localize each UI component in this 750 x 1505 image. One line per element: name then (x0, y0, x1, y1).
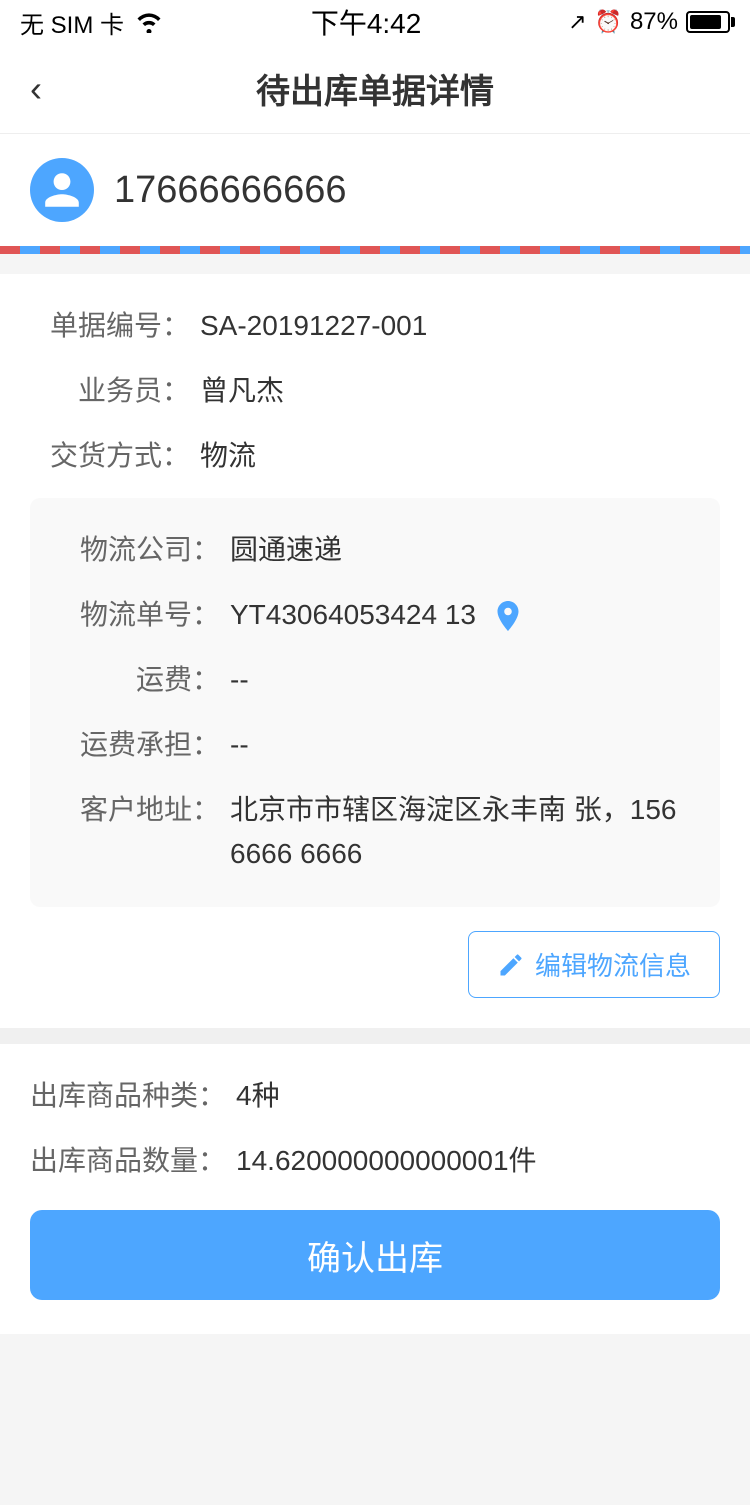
battery-percent: 87% (630, 8, 678, 36)
freight-bearer-label: 运费承担： (60, 723, 220, 768)
freight-bearer-row: 运费承担： -- (60, 723, 690, 768)
document-section: 单据编号： SA-20191227-001 业务员： 曾凡杰 交货方式： 物流 … (0, 274, 750, 1028)
confirm-outbound-button[interactable]: 确认出库 (30, 1210, 720, 1300)
delivery-method-row: 交货方式： 物流 (30, 434, 720, 479)
map-pin-icon[interactable] (490, 598, 526, 634)
carrier-label: 无 SIM 卡 (20, 5, 124, 40)
edit-btn-container: 编辑物流信息 (30, 931, 720, 998)
page-title: 待出库单据详情 (256, 64, 494, 113)
user-phone: 17666666666 (114, 169, 346, 212)
confirm-outbound-label: 确认出库 (307, 1231, 443, 1280)
status-bar-right: ↗ ⏰ 87% (568, 8, 730, 36)
goods-quantity-label: 出库商品数量： (30, 1139, 226, 1184)
goods-quantity-row: 出库商品数量： 14.620000000000001件 (30, 1139, 720, 1184)
wifi-icon (134, 11, 164, 33)
goods-type-value: 4种 (236, 1074, 720, 1119)
logistics-card: 物流公司： 圆通速递 物流单号： YT43064053424 13 运费： --… (30, 498, 720, 907)
goods-quantity-value: 14.620000000000001件 (236, 1139, 720, 1184)
salesperson-value: 曾凡杰 (200, 369, 720, 414)
bottom-bar: 确认出库 (0, 1190, 750, 1334)
bottom-spacer (0, 1305, 750, 1505)
freight-label: 运费： (60, 658, 220, 703)
address-label: 客户地址： (60, 788, 220, 878)
tracking-number-value: YT43064053424 13 (230, 593, 690, 638)
goods-type-row: 出库商品种类： 4种 (30, 1074, 720, 1119)
address-row: 客户地址： 北京市市辖区海淀区永丰南 张，156 6666 6666 (60, 788, 690, 878)
delivery-method-value: 物流 (200, 434, 720, 479)
salesperson-label: 业务员： (30, 369, 190, 414)
edit-icon (497, 951, 525, 979)
freight-value: -- (230, 658, 690, 703)
tracking-number-row: 物流单号： YT43064053424 13 (60, 593, 690, 638)
document-number-row: 单据编号： SA-20191227-001 (30, 304, 720, 349)
nav-bar: ‹ 待出库单据详情 (0, 44, 750, 134)
avatar (30, 158, 94, 222)
logistics-company-value: 圆通速递 (230, 528, 690, 573)
battery-icon (686, 11, 730, 33)
dashed-divider (0, 246, 750, 254)
location-status-icon: ↗ (568, 9, 586, 35)
edit-logistics-button[interactable]: 编辑物流信息 (468, 931, 720, 998)
back-button[interactable]: ‹ (30, 68, 90, 110)
address-value: 北京市市辖区海淀区永丰南 张，156 6666 6666 (230, 788, 690, 878)
document-number-value: SA-20191227-001 (200, 304, 720, 349)
freight-row: 运费： -- (60, 658, 690, 703)
user-header: 17666666666 (0, 134, 750, 246)
goods-type-label: 出库商品种类： (30, 1074, 226, 1119)
logistics-company-row: 物流公司： 圆通速递 (60, 528, 690, 573)
logistics-company-label: 物流公司： (60, 528, 220, 573)
delivery-method-label: 交货方式： (30, 434, 190, 479)
edit-logistics-label: 编辑物流信息 (535, 946, 691, 983)
user-icon (41, 169, 83, 211)
tracking-number-label: 物流单号： (60, 593, 220, 638)
status-bar-left: 无 SIM 卡 (20, 5, 164, 40)
alarm-icon: ⏰ (595, 9, 622, 35)
salesperson-row: 业务员： 曾凡杰 (30, 369, 720, 414)
freight-bearer-value: -- (230, 723, 690, 768)
status-bar-time: 下午4:42 (311, 2, 422, 42)
battery-fill (690, 15, 721, 29)
gray-divider (0, 1028, 750, 1044)
status-bar: 无 SIM 卡 下午4:42 ↗ ⏰ 87% (0, 0, 750, 44)
document-number-label: 单据编号： (30, 304, 190, 349)
